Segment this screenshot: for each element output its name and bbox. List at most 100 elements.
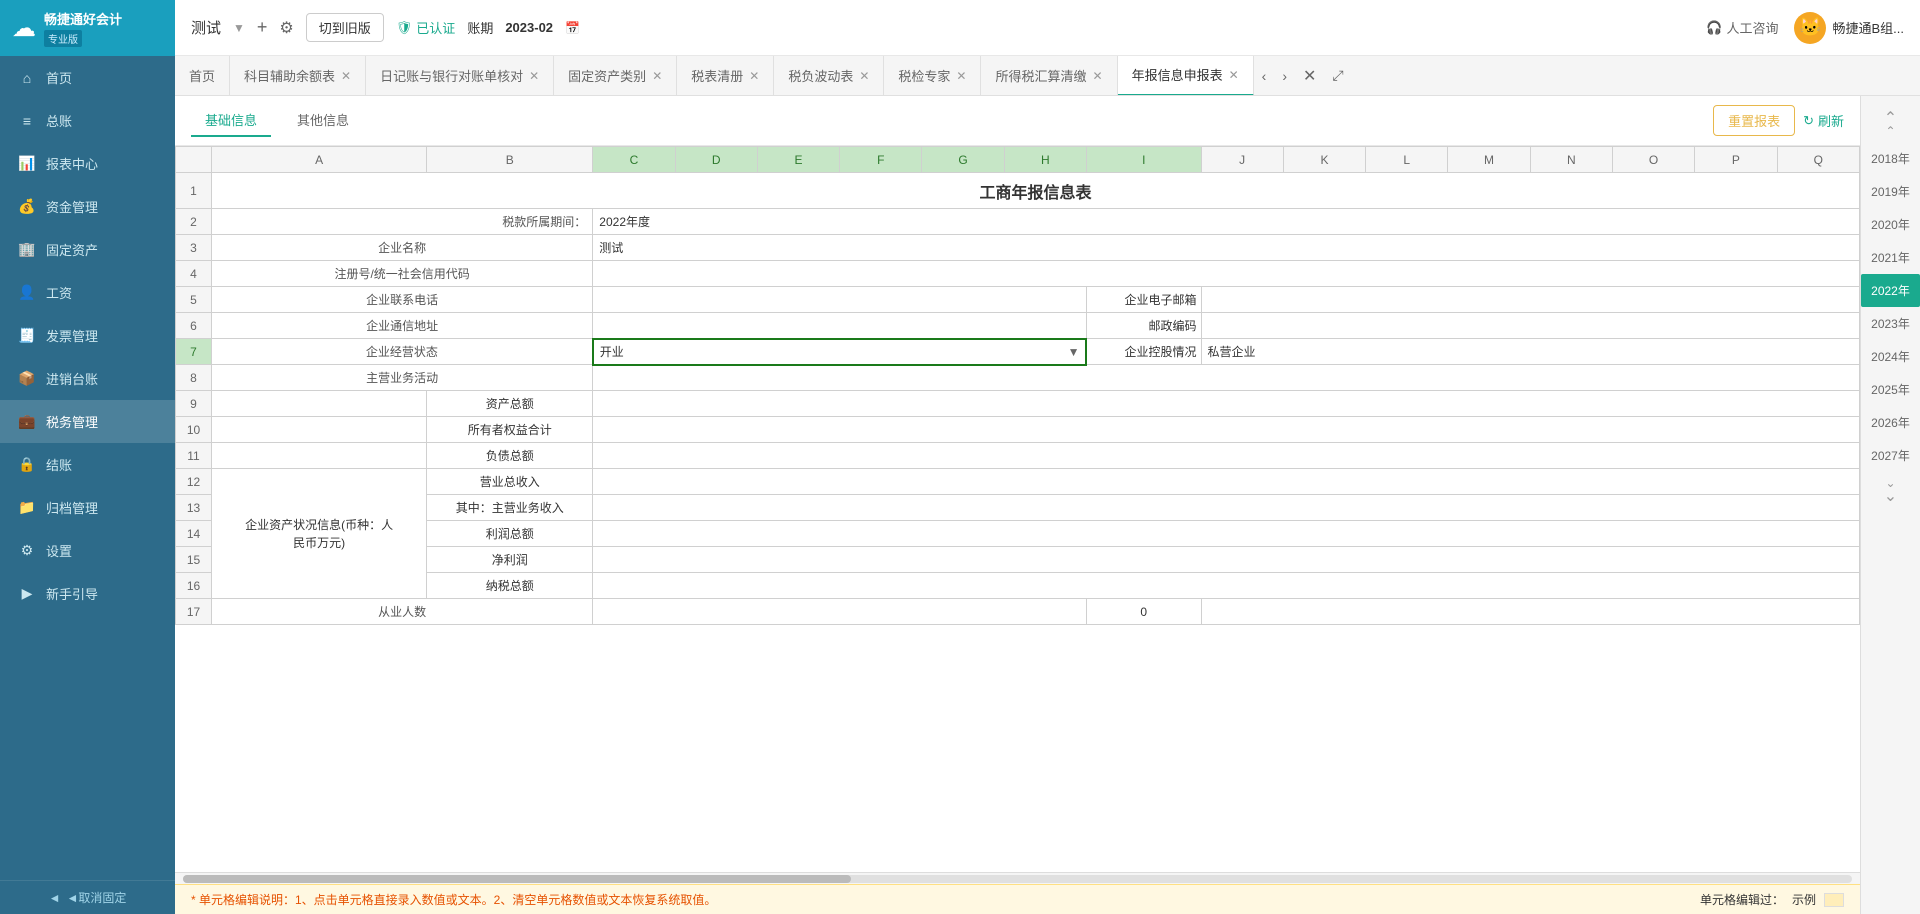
- h-scroll-thumb[interactable]: [183, 875, 851, 883]
- cell-equity-value[interactable]: [593, 417, 1860, 443]
- dropdown-arrow-icon[interactable]: ▼: [233, 21, 245, 35]
- tab-nav-prev-icon[interactable]: ‹: [1254, 68, 1275, 84]
- tab-close-all-icon[interactable]: ✕: [1295, 66, 1324, 86]
- cell-equity-label[interactable]: 所有者权益合计: [427, 417, 593, 443]
- settings-gear-icon[interactable]: ⚙: [279, 18, 293, 38]
- cell-profit-value[interactable]: [593, 521, 1860, 547]
- cell-employees-extra[interactable]: [1201, 599, 1859, 625]
- cell-regnum-label[interactable]: 注册号/统一社会信用代码: [212, 261, 593, 287]
- sidebar-item-invoice[interactable]: 🧾 发票管理: [0, 314, 175, 357]
- year-item-2026[interactable]: 2026年: [1861, 406, 1920, 439]
- year-item-2027[interactable]: 2027年: [1861, 439, 1920, 472]
- year-item-2019[interactable]: 2019年: [1861, 175, 1920, 208]
- chevron-down-icon[interactable]: ⌄: [1884, 486, 1897, 506]
- cell-tax-value[interactable]: [593, 573, 1860, 599]
- cell-address-value[interactable]: [593, 313, 1087, 339]
- cell-holding-value[interactable]: 私营企业: [1201, 339, 1859, 365]
- cell-revenue-value[interactable]: [593, 469, 1860, 495]
- cell-zipcode-label[interactable]: 邮政编码: [1086, 313, 1201, 339]
- cell-employees-value[interactable]: [593, 599, 1087, 625]
- cell-period-value[interactable]: 2022年度: [593, 209, 1860, 235]
- cell-period-label[interactable]: 税款所属期间：: [212, 209, 593, 235]
- cell-company-label[interactable]: 企业名称: [212, 235, 593, 261]
- year-item-2018[interactable]: 2018年: [1861, 142, 1920, 175]
- reset-report-button[interactable]: 重置报表: [1713, 105, 1795, 136]
- h-scrollbar[interactable]: [175, 872, 1860, 884]
- col-header-d[interactable]: D: [675, 147, 757, 173]
- tab-expand-icon[interactable]: ⤢: [1324, 67, 1351, 84]
- year-item-2024[interactable]: 2024年: [1861, 340, 1920, 373]
- sidebar-item-guide[interactable]: ▶ 新手引导: [0, 572, 175, 615]
- cell-netprofit-label[interactable]: 净利润: [427, 547, 593, 573]
- col-header-c[interactable]: C: [593, 147, 675, 173]
- sidebar-item-archive[interactable]: 📁 归档管理: [0, 486, 175, 529]
- sidebar-item-report[interactable]: 📊 报表中心: [0, 142, 175, 185]
- col-header-k[interactable]: K: [1283, 147, 1365, 173]
- cell-assets-value[interactable]: [593, 391, 1860, 417]
- cell-main-revenue-value[interactable]: [593, 495, 1860, 521]
- col-header-n[interactable]: N: [1530, 147, 1612, 173]
- tab-yearreport[interactable]: 年报信息申报表 ✕: [1118, 56, 1254, 96]
- sidebar-item-fund[interactable]: 💰 资金管理: [0, 185, 175, 228]
- subtab-basic[interactable]: 基础信息: [191, 104, 271, 137]
- col-header-b[interactable]: B: [427, 147, 593, 173]
- cell-status-label[interactable]: 企业经营状态: [212, 339, 593, 365]
- cell-email-label[interactable]: 企业电子邮箱: [1086, 287, 1201, 313]
- col-header-l[interactable]: L: [1366, 147, 1448, 173]
- cell-liab-value[interactable]: [593, 443, 1860, 469]
- tab-close-icon[interactable]: ✕: [956, 69, 966, 83]
- tab-aux[interactable]: 科目辅助余额表 ✕: [230, 56, 366, 96]
- year-item-2022[interactable]: 2022年: [1861, 274, 1920, 307]
- year-item-2021[interactable]: 2021年: [1861, 241, 1920, 274]
- col-header-e[interactable]: E: [757, 147, 839, 173]
- cell-business-label[interactable]: 主营业务活动: [212, 365, 593, 391]
- refresh-button[interactable]: ↻ 刷新: [1803, 111, 1844, 130]
- tab-close-icon[interactable]: ✕: [341, 69, 351, 83]
- cell-phone-label[interactable]: 企业联系电话: [212, 287, 593, 313]
- cell-liab-label[interactable]: 负债总额: [427, 443, 593, 469]
- year-item-2025[interactable]: 2025年: [1861, 373, 1920, 406]
- sidebar-pin-button[interactable]: ◄ ◄取消固定: [0, 880, 175, 914]
- tab-taxwave[interactable]: 税负波动表 ✕: [774, 56, 884, 96]
- year-item-2023[interactable]: 2023年: [1861, 307, 1920, 340]
- cell-employees-count[interactable]: 0: [1086, 599, 1201, 625]
- tab-close-icon[interactable]: ✕: [1229, 68, 1239, 82]
- sidebar-item-wage[interactable]: 👤 工资: [0, 271, 175, 314]
- col-header-g[interactable]: G: [922, 147, 1004, 173]
- cell-regnum-value[interactable]: [593, 261, 1860, 287]
- subtab-other[interactable]: 其他信息: [283, 104, 363, 137]
- tab-nav-next-icon[interactable]: ›: [1274, 68, 1295, 84]
- cell-profit-label[interactable]: 利润总额: [427, 521, 593, 547]
- sidebar-item-stock[interactable]: 📦 进销台账: [0, 357, 175, 400]
- cell-phone-value[interactable]: [593, 287, 1087, 313]
- col-header-i[interactable]: I: [1086, 147, 1201, 173]
- tab-close-icon[interactable]: ✕: [859, 69, 869, 83]
- sidebar-item-close[interactable]: 🔒 结账: [0, 443, 175, 486]
- col-header-q[interactable]: Q: [1777, 147, 1860, 173]
- cell-status-value[interactable]: 开业 ▼: [593, 339, 1087, 365]
- double-up-icon[interactable]: ⌃: [1884, 124, 1897, 138]
- tab-home[interactable]: 首页: [175, 56, 230, 96]
- col-header-h[interactable]: H: [1004, 147, 1086, 173]
- sidebar-item-asset[interactable]: 🏢 固定资产: [0, 228, 175, 271]
- col-header-o[interactable]: O: [1612, 147, 1694, 173]
- sidebar-item-ledger[interactable]: ≡ 总账: [0, 99, 175, 142]
- tab-incometax[interactable]: 所得税汇算清缴 ✕: [981, 56, 1117, 96]
- cell-company-value[interactable]: 测试: [593, 235, 1860, 261]
- year-item-2020[interactable]: 2020年: [1861, 208, 1920, 241]
- cell-address-label[interactable]: 企业通信地址: [212, 313, 593, 339]
- tab-taxreturn[interactable]: 税表清册 ✕: [677, 56, 774, 96]
- year-nav-up[interactable]: ⌃ ⌃: [1880, 104, 1901, 142]
- dropdown-arrow-icon[interactable]: ▼: [1068, 345, 1080, 359]
- tab-asset[interactable]: 固定资产类别 ✕: [554, 56, 677, 96]
- h-scroll-track[interactable]: [183, 875, 1852, 883]
- tab-taxinspect[interactable]: 税检专家 ✕: [884, 56, 981, 96]
- user-menu[interactable]: 🐱 畅捷通B组...: [1794, 12, 1904, 44]
- cell-email-value[interactable]: [1201, 287, 1859, 313]
- cell-assets-label[interactable]: 资产总额: [427, 391, 593, 417]
- add-icon[interactable]: +: [257, 17, 268, 38]
- spreadsheet-title[interactable]: 工商年报信息表: [212, 173, 1860, 209]
- cell-main-revenue-label[interactable]: 其中：主营业务收入: [427, 495, 593, 521]
- tab-close-icon[interactable]: ✕: [749, 69, 759, 83]
- tab-close-icon[interactable]: ✕: [529, 69, 539, 83]
